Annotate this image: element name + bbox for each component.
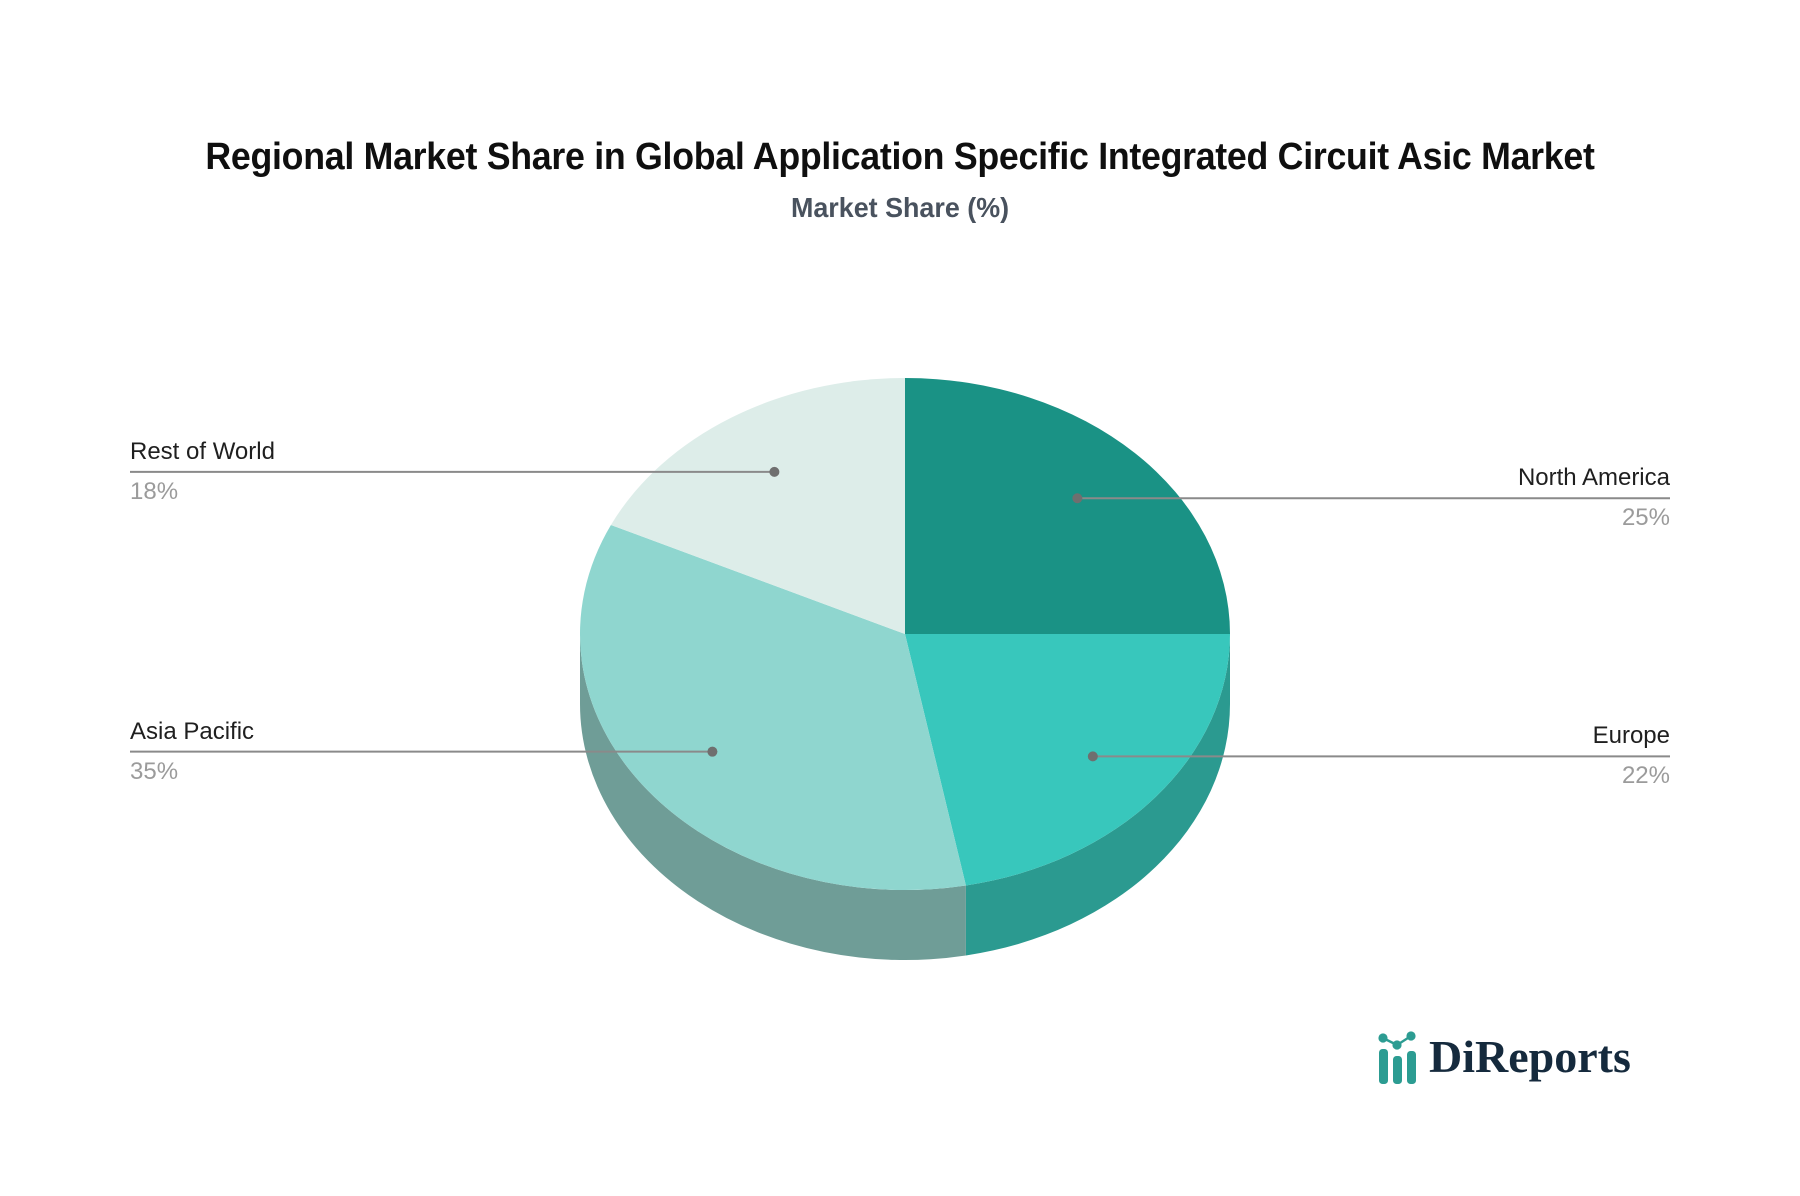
slice-label-north-america: North America [1517, 464, 1670, 492]
bar-chart-logo-icon [1378, 1031, 1416, 1084]
direports-logo: DiReports [1378, 1026, 1631, 1084]
slice-percent-asia-pacific: 35% [130, 757, 179, 785]
pie-chart [130, 378, 1670, 961]
leader-dot-europe [1087, 751, 1098, 762]
slice-percent-north-america: 25% [1621, 504, 1670, 532]
chart-canvas: Regional Market Share in Global Applicat… [0, 0, 1800, 1196]
slice-label-rest-of-world: Rest of World [130, 437, 275, 465]
leader-dot-rest-of-world [769, 466, 780, 477]
leader-dot-asia-pacific [707, 746, 718, 757]
pie-slice-north-america[interactable] [905, 378, 1230, 634]
slice-percent-europe: 22% [1621, 762, 1670, 790]
slice-percent-rest-of-world: 18% [130, 477, 179, 505]
leader-dot-north-america [1072, 493, 1083, 504]
slice-label-asia-pacific: Asia Pacific [130, 717, 255, 745]
pie-slices [580, 378, 1230, 890]
logo-text: DiReports [1429, 1031, 1631, 1082]
slice-label-europe: Europe [1592, 722, 1670, 750]
